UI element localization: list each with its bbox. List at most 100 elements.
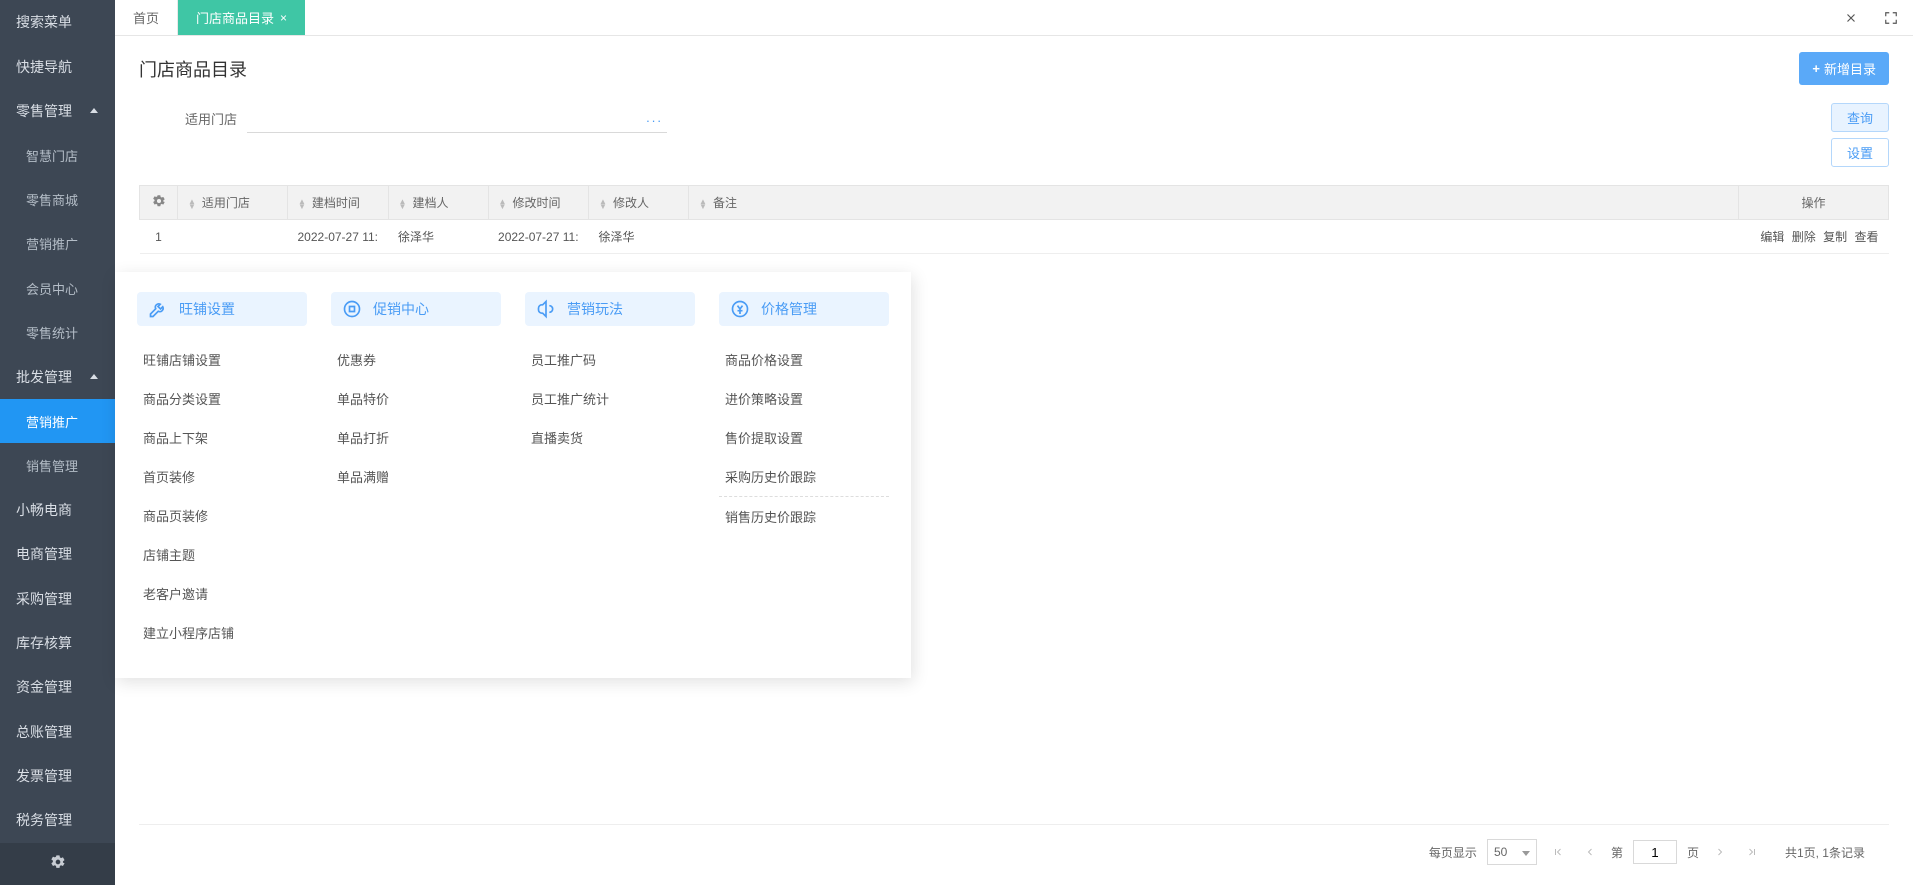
flyout-header-shop-settings: 旺铺设置 bbox=[137, 292, 307, 326]
flyout-item[interactable]: 商品价格设置 bbox=[719, 340, 889, 379]
flyout-item[interactable]: 商品页装修 bbox=[137, 496, 307, 535]
th-created-at[interactable]: ▲▼建档时间 bbox=[288, 186, 389, 220]
sidebar-fund-mgmt[interactable]: 资金管理 bbox=[0, 665, 115, 709]
filter-more-button[interactable]: ... bbox=[642, 110, 667, 125]
th-remark[interactable]: ▲▼备注 bbox=[689, 186, 1739, 220]
plus-icon: + bbox=[1812, 61, 1820, 76]
megaphone-icon bbox=[535, 298, 557, 320]
promo-icon bbox=[341, 298, 363, 320]
sidebar-purchase-mgmt[interactable]: 采购管理 bbox=[0, 576, 115, 620]
action-edit[interactable]: 编辑 bbox=[1760, 230, 1784, 244]
sidebar-member-center[interactable]: 会员中心 bbox=[0, 266, 115, 310]
action-view[interactable]: 查看 bbox=[1854, 230, 1878, 244]
flyout-col-shop-settings: 旺铺设置 旺铺店铺设置 商品分类设置 商品上下架 首页装修 商品页装修 店铺主题… bbox=[137, 292, 307, 652]
flyout-item[interactable]: 建立小程序店铺 bbox=[137, 613, 307, 652]
sidebar-retail-mgmt[interactable]: 零售管理 bbox=[0, 89, 115, 133]
add-catalog-button[interactable]: + 新增目录 bbox=[1799, 52, 1889, 85]
sidebar-ecommerce-mgmt[interactable]: 电商管理 bbox=[0, 532, 115, 576]
sidebar-sales-mgmt[interactable]: 销售管理 bbox=[0, 443, 115, 487]
fullscreen-button[interactable] bbox=[1877, 4, 1905, 32]
close-icon[interactable]: × bbox=[280, 11, 287, 25]
sidebar-item-label: 发票管理 bbox=[16, 766, 72, 786]
sidebar-item-label: 智慧门店 bbox=[26, 146, 78, 165]
page-prev-button[interactable] bbox=[1579, 841, 1601, 863]
th-created-by[interactable]: ▲▼建档人 bbox=[388, 186, 488, 220]
sidebar-item-label: 税务管理 bbox=[16, 810, 72, 830]
filter-store-label: 适用门店 bbox=[185, 109, 237, 128]
flyout-col-marketing-play: 营销玩法 员工推广码 员工推广统计 直播卖货 bbox=[525, 292, 695, 652]
filter-actions: 查询 设置 bbox=[1831, 103, 1889, 167]
sidebar-smart-store[interactable]: 智慧门店 bbox=[0, 133, 115, 177]
flyout-item[interactable]: 老客户邀请 bbox=[137, 574, 307, 613]
tab-store-product-catalog[interactable]: 门店商品目录 × bbox=[178, 0, 305, 35]
flyout-item[interactable]: 进价策略设置 bbox=[719, 379, 889, 418]
page-suffix: 页 bbox=[1687, 844, 1699, 861]
sidebar-item-label: 资金管理 bbox=[16, 677, 72, 697]
th-label: 适用门店 bbox=[202, 196, 250, 210]
sidebar-retail-stats[interactable]: 零售统计 bbox=[0, 310, 115, 354]
table-row[interactable]: 1 2022-07-27 11: 徐泽华 2022-07-27 11: 徐泽华 … bbox=[140, 220, 1889, 254]
action-delete[interactable]: 删除 bbox=[1792, 230, 1816, 244]
sidebar-item-label: 营销推广 bbox=[26, 234, 78, 253]
tabs-actions bbox=[1837, 0, 1913, 35]
gear-icon bbox=[50, 854, 66, 873]
sidebar-marketing-promo-2[interactable]: 营销推广 bbox=[0, 399, 115, 443]
sidebar-marketing-promo-1[interactable]: 营销推广 bbox=[0, 222, 115, 266]
sidebar-wholesale-mgmt[interactable]: 批发管理 bbox=[0, 355, 115, 399]
th-modified-by[interactable]: ▲▼修改人 bbox=[589, 186, 689, 220]
flyout-item[interactable]: 商品上下架 bbox=[137, 418, 307, 457]
flyout-item[interactable]: 单品特价 bbox=[331, 379, 501, 418]
flyout-item[interactable]: 店铺主题 bbox=[137, 535, 307, 574]
flyout-item[interactable]: 售价提取设置 bbox=[719, 418, 889, 457]
tab-home[interactable]: 首页 bbox=[115, 0, 178, 35]
flyout-item[interactable]: 商品分类设置 bbox=[137, 379, 307, 418]
flyout-item[interactable]: 员工推广码 bbox=[525, 340, 695, 379]
page-first-button[interactable] bbox=[1547, 841, 1569, 863]
sidebar-general-ledger[interactable]: 总账管理 bbox=[0, 710, 115, 754]
sidebar-item-label: 采购管理 bbox=[16, 589, 72, 609]
flyout-item[interactable]: 首页装修 bbox=[137, 457, 307, 496]
page-size-select[interactable]: 50 bbox=[1487, 839, 1537, 865]
flyout-col-price-mgmt: 价格管理 商品价格设置 进价策略设置 售价提取设置 采购历史价跟踪 销售历史价跟… bbox=[719, 292, 889, 652]
page-header: 门店商品目录 + 新增目录 bbox=[115, 36, 1913, 95]
catalog-table: ▲▼适用门店 ▲▼建档时间 ▲▼建档人 ▲▼修改时间 ▲▼修改人 ▲▼备注 操作… bbox=[139, 185, 1889, 254]
query-button[interactable]: 查询 bbox=[1831, 103, 1889, 132]
flyout-item[interactable]: 优惠券 bbox=[331, 340, 501, 379]
filter-store-input[interactable] bbox=[247, 104, 642, 132]
page-input[interactable] bbox=[1633, 840, 1677, 864]
sidebar-tax-mgmt[interactable]: 税务管理 bbox=[0, 798, 115, 842]
flyout-item[interactable]: 采购历史价跟踪 bbox=[719, 457, 889, 497]
page-last-button[interactable] bbox=[1741, 841, 1763, 863]
settings-button[interactable]: 设置 bbox=[1831, 138, 1889, 167]
page-summary: 共1页, 1条记录 bbox=[1785, 844, 1865, 861]
page-next-button[interactable] bbox=[1709, 841, 1731, 863]
flyout-item[interactable]: 旺铺店铺设置 bbox=[137, 340, 307, 379]
sidebar-item-label: 快捷导航 bbox=[16, 57, 72, 77]
sidebar-quick-nav[interactable]: 快捷导航 bbox=[0, 44, 115, 88]
sidebar-xiaochang-ecommerce[interactable]: 小畅电商 bbox=[0, 488, 115, 532]
flyout-item[interactable]: 单品打折 bbox=[331, 418, 501, 457]
flyout-title: 旺铺设置 bbox=[179, 299, 235, 319]
flyout-item[interactable]: 员工推广统计 bbox=[525, 379, 695, 418]
flyout-header-price-mgmt: 价格管理 bbox=[719, 292, 889, 326]
sidebar-settings-toggle[interactable] bbox=[0, 843, 115, 885]
gear-column-header[interactable] bbox=[140, 186, 178, 220]
sidebar-invoice-mgmt[interactable]: 发票管理 bbox=[0, 754, 115, 798]
sidebar-inventory-accounting[interactable]: 库存核算 bbox=[0, 621, 115, 665]
tab-close-all-button[interactable] bbox=[1837, 4, 1865, 32]
flyout-item[interactable]: 单品满赠 bbox=[331, 457, 501, 496]
query-label: 查询 bbox=[1847, 108, 1873, 127]
th-modified-at[interactable]: ▲▼修改时间 bbox=[488, 186, 589, 220]
pagination: 每页显示 50 第 页 bbox=[139, 824, 1889, 885]
flyout-item[interactable]: 直播卖货 bbox=[525, 418, 695, 457]
sidebar-retail-mall[interactable]: 零售商城 bbox=[0, 177, 115, 221]
filter-area: 适用门店 ... 查询 设置 bbox=[115, 95, 1913, 185]
th-store[interactable]: ▲▼适用门店 bbox=[178, 186, 288, 220]
sidebar-item-label: 销售管理 bbox=[26, 456, 78, 475]
action-copy[interactable]: 复制 bbox=[1823, 230, 1847, 244]
flyout-item[interactable]: 销售历史价跟踪 bbox=[719, 497, 889, 536]
sidebar-search-menu[interactable]: 搜索菜单 bbox=[0, 0, 115, 44]
wrench-icon bbox=[147, 298, 169, 320]
sidebar-item-label: 总账管理 bbox=[16, 722, 72, 742]
th-label: 修改时间 bbox=[512, 196, 560, 210]
